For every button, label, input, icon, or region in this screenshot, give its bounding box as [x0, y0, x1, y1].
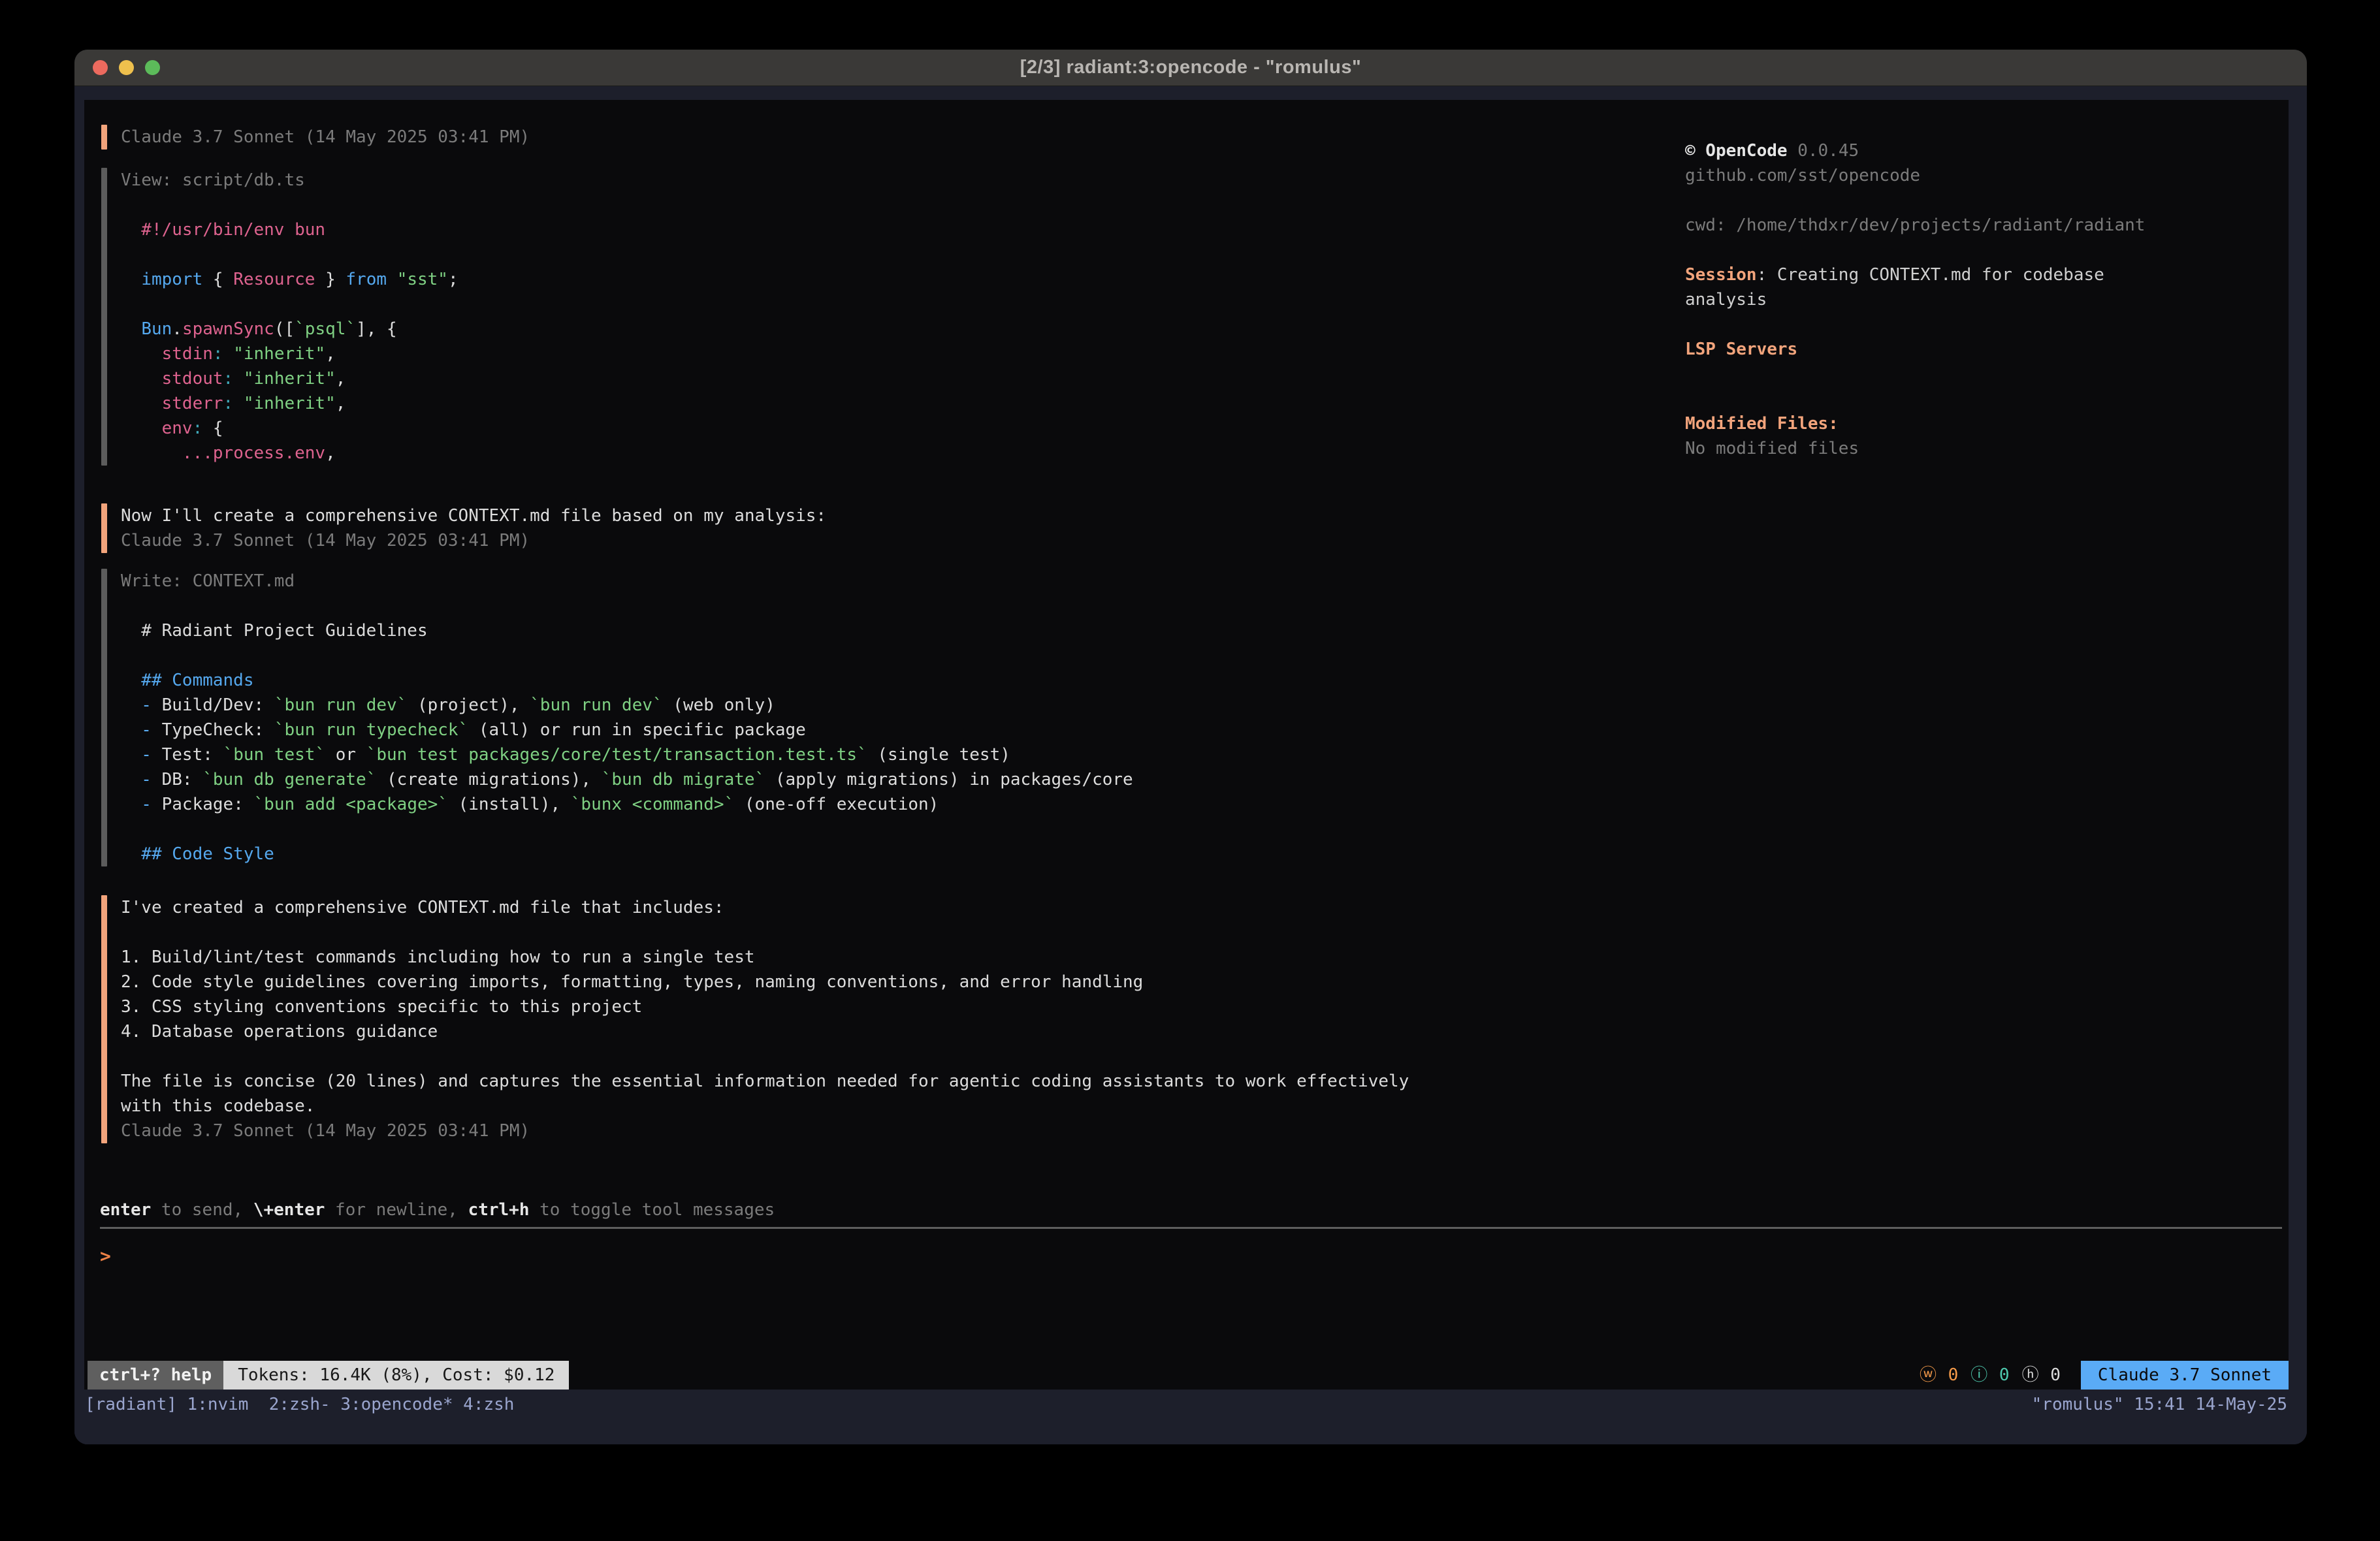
tool-invocation-block: Write: CONTEXT.md # Radiant Project Guid… — [101, 569, 1649, 866]
terminal-window: [2/3] radiant:3:opencode - "romulus" Cla… — [74, 50, 2307, 1444]
text-line: env: { — [121, 416, 1649, 441]
text-line: #!/usr/bin/env bun — [121, 217, 1649, 242]
text-line — [121, 817, 1649, 842]
text-line: LSP Servers — [1685, 337, 2273, 362]
text-line — [121, 920, 1649, 945]
status-sidebar: © OpenCode 0.0.45github.com/sst/opencode… — [1685, 138, 2273, 461]
text-line: - Package: `bun add <package>` (install)… — [121, 792, 1649, 817]
text-line — [121, 594, 1649, 618]
text-line: Bun.spawnSync([`psql`], { — [121, 317, 1649, 342]
message-accent-bar — [101, 503, 107, 553]
tmux-status-bar: [radiant] 1:nvim 2:zsh- 3:opencode* 4:zs… — [74, 1390, 2307, 1444]
assistant-message-block: I've created a comprehensive CONTEXT.md … — [101, 895, 1649, 1143]
chat-transcript: Claude 3.7 Sonnet (14 May 2025 03:41 PM)… — [101, 125, 1649, 1143]
text-line: 3. CSS styling conventions specific to t… — [121, 994, 1649, 1019]
block-content: I've created a comprehensive CONTEXT.md … — [121, 895, 1649, 1143]
text-line: stdin: "inherit", — [121, 342, 1649, 366]
text-line: No modified files — [1685, 436, 2273, 461]
info-count: ⓘ 0 — [1970, 1365, 2010, 1385]
text-line: github.com/sst/opencode — [1685, 163, 2273, 188]
text-line: cwd: /home/thdxr/dev/projects/radiant/ra… — [1685, 213, 2273, 238]
text-line: 1. Build/lint/test commands including ho… — [121, 945, 1649, 970]
text-line — [1685, 362, 2273, 387]
tool-accent-bar — [101, 569, 107, 866]
text-line — [121, 1044, 1649, 1069]
message-accent-bar — [101, 125, 107, 150]
text-line — [121, 242, 1649, 267]
hints-count: ⓗ 0 — [2022, 1365, 2061, 1385]
text-line: ...process.env, — [121, 441, 1649, 466]
text-line: 2. Code style guidelines covering import… — [121, 970, 1649, 994]
message-accent-bar — [101, 895, 107, 1143]
status-spacer — [569, 1361, 1908, 1390]
text-line: - Test: `bun test` or `bun test packages… — [121, 742, 1649, 767]
tokens-cost-badge: Tokens: 16.4K (8%), Cost: $0.12 — [223, 1361, 569, 1390]
text-line: © OpenCode 0.0.45 — [1685, 138, 2273, 163]
block-content: Claude 3.7 Sonnet (14 May 2025 03:41 PM) — [121, 125, 1649, 150]
tool-invocation-block: View: script/db.ts #!/usr/bin/env bun im… — [101, 168, 1649, 466]
text-line — [121, 292, 1649, 317]
prompt-symbol: > — [100, 1245, 111, 1267]
text-line: Session: Creating CONTEXT.md for codebas… — [1685, 262, 2273, 287]
zoom-button[interactable] — [145, 60, 160, 75]
help-shortcut-badge[interactable]: ctrl+? help — [88, 1361, 223, 1390]
terminal-content: Claude 3.7 Sonnet (14 May 2025 03:41 PM)… — [74, 86, 2307, 1444]
close-button[interactable] — [93, 60, 108, 75]
tmux-session-windows[interactable]: [radiant] 1:nvim 2:zsh- 3:opencode* 4:zs… — [85, 1392, 514, 1417]
text-line: # Radiant Project Guidelines — [121, 618, 1649, 643]
text-line: ## Code Style — [121, 842, 1649, 866]
text-line: 4. Database operations guidance — [121, 1019, 1649, 1044]
block-content: Now I'll create a comprehensive CONTEXT.… — [121, 503, 1649, 553]
text-line: Claude 3.7 Sonnet (14 May 2025 03:41 PM) — [121, 1119, 1649, 1143]
assistant-message-block: Now I'll create a comprehensive CONTEXT.… — [101, 503, 1649, 553]
input-hint: enter to send, \+enter for newline, ctrl… — [100, 1198, 775, 1222]
warnings-count: ⓦ 0 — [1920, 1365, 1959, 1385]
text-line: Claude 3.7 Sonnet (14 May 2025 03:41 PM) — [121, 125, 1649, 150]
window-titlebar[interactable]: [2/3] radiant:3:opencode - "romulus" — [74, 50, 2307, 86]
lsp-diagnostics: ⓦ 0 ⓘ 0 ⓗ 0 — [1908, 1361, 2061, 1390]
text-line: View: script/db.ts — [121, 168, 1649, 193]
text-line — [121, 643, 1649, 668]
status-bar: ctrl+? help Tokens: 16.4K (8%), Cost: $0… — [88, 1361, 2289, 1390]
text-line — [1685, 312, 2273, 337]
text-line: The file is concise (20 lines) and captu… — [121, 1069, 1649, 1094]
text-line: import { Resource } from "sst"; — [121, 267, 1649, 292]
text-line — [1685, 238, 2273, 262]
text-line: stderr: "inherit", — [121, 391, 1649, 416]
text-line: enter to send, \+enter for newline, ctrl… — [100, 1198, 775, 1222]
desktop-background: { "window": { "title": "[2/3] radiant:3:… — [0, 0, 2380, 1541]
text-line: Write: CONTEXT.md — [121, 569, 1649, 594]
minimize-button[interactable] — [119, 60, 134, 75]
text-line — [121, 193, 1649, 217]
text-line: I've created a comprehensive CONTEXT.md … — [121, 895, 1649, 920]
tool-accent-bar — [101, 168, 107, 466]
model-badge[interactable]: Claude 3.7 Sonnet — [2081, 1361, 2289, 1390]
text-line: Claude 3.7 Sonnet (14 May 2025 03:41 PM) — [121, 528, 1649, 553]
text-line: with this codebase. — [121, 1094, 1649, 1119]
traffic-lights — [93, 50, 160, 86]
text-line: analysis — [1685, 287, 2273, 312]
text-line: - Build/Dev: `bun run dev` (project), `b… — [121, 693, 1649, 718]
text-line: stdout: "inherit", — [121, 366, 1649, 391]
block-content: View: script/db.ts #!/usr/bin/env bun im… — [121, 168, 1649, 466]
window-title: [2/3] radiant:3:opencode - "romulus" — [1020, 57, 1361, 78]
assistant-message-block: Claude 3.7 Sonnet (14 May 2025 03:41 PM) — [101, 125, 1649, 150]
text-line — [1685, 188, 2273, 213]
text-line: Now I'll create a comprehensive CONTEXT.… — [121, 503, 1649, 528]
tmux-host-clock: "romulus" 15:41 14-May-25 — [2032, 1392, 2287, 1417]
input-separator — [100, 1227, 2282, 1229]
text-line: - TypeCheck: `bun run typecheck` (all) o… — [121, 718, 1649, 742]
text-line: ## Commands — [121, 668, 1649, 693]
block-content: Write: CONTEXT.md # Radiant Project Guid… — [121, 569, 1649, 866]
text-line: Modified Files: — [1685, 411, 2273, 436]
prompt-line[interactable]: > — [100, 1244, 111, 1269]
text-line: - DB: `bun db generate` (create migratio… — [121, 767, 1649, 792]
text-line — [1685, 387, 2273, 411]
opencode-tui: Claude 3.7 Sonnet (14 May 2025 03:41 PM)… — [84, 100, 2289, 1390]
